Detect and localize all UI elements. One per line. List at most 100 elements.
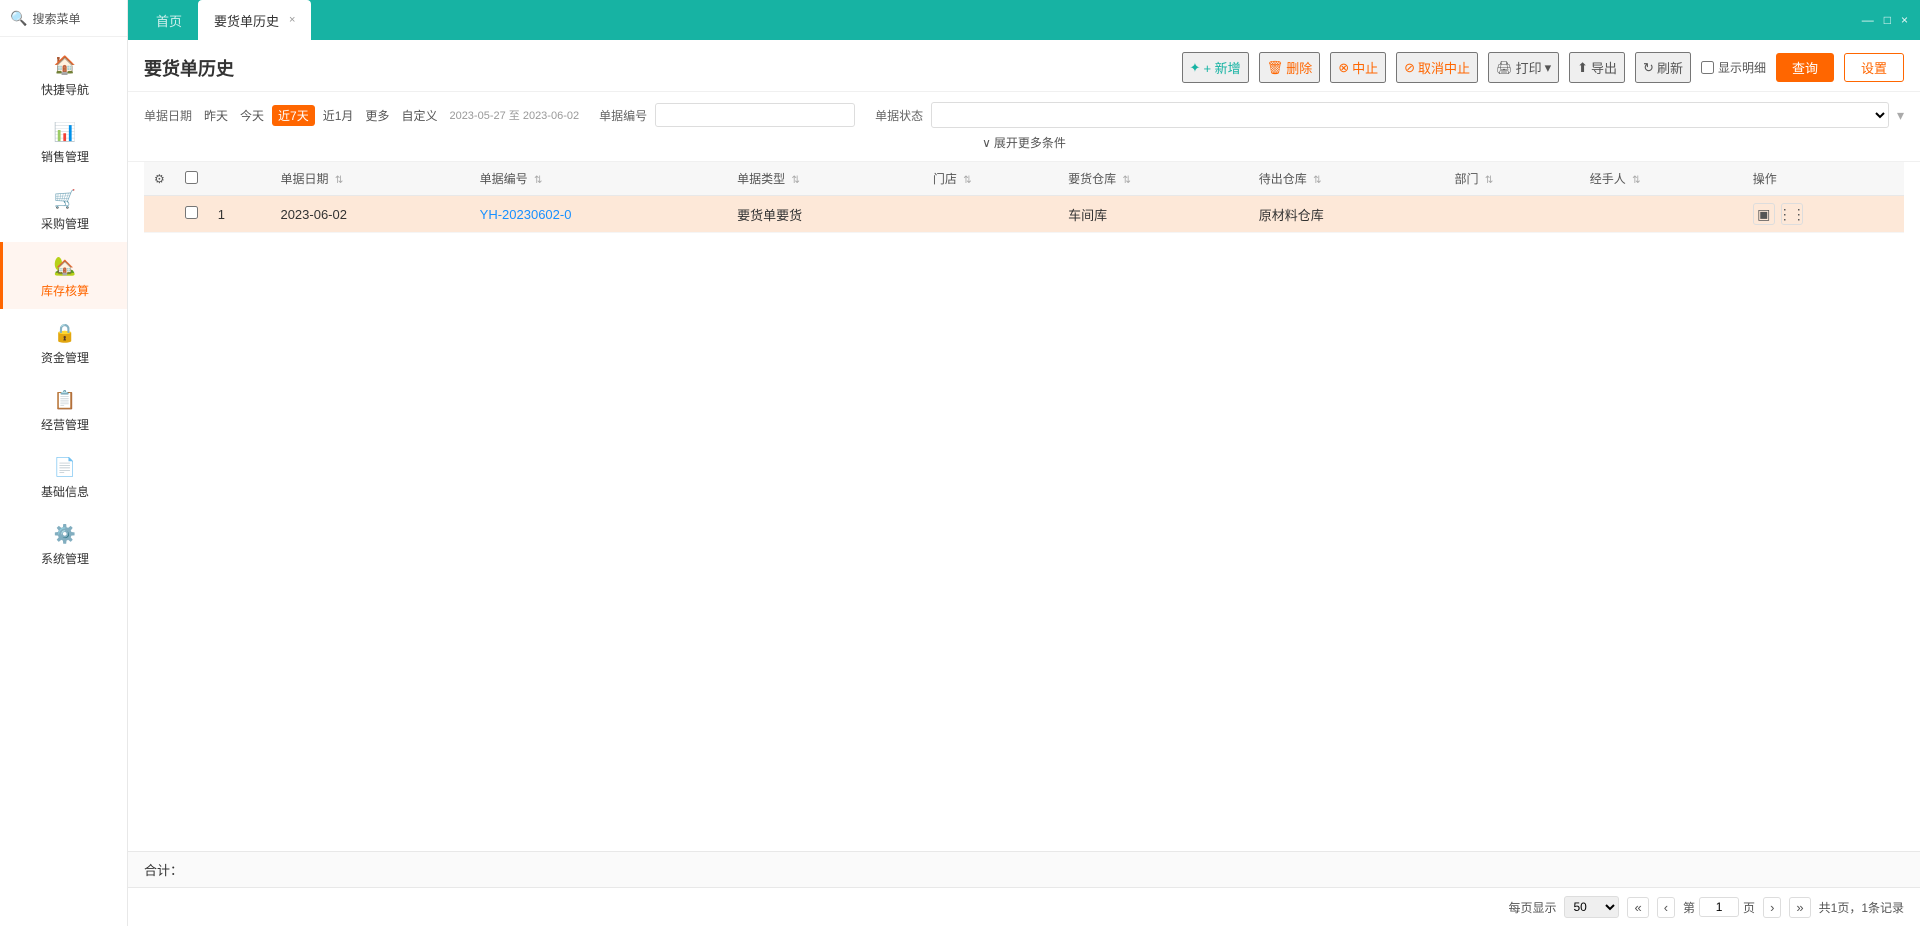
date-last7days-btn[interactable]: 近7天 (272, 105, 315, 126)
row-doc-no: YH-20230602-0 (470, 196, 727, 233)
col-pending-warehouse-label: 待出仓库 (1259, 172, 1307, 186)
sidebar-item-operations-mgmt[interactable]: 📋 经营管理 (0, 376, 127, 443)
row-handler (1580, 196, 1743, 233)
col-doc-no-label: 单据编号 (480, 172, 528, 186)
date-range-display: 2023-05-27 至 2023-06-02 (449, 107, 579, 123)
sort-icon-pending-warehouse: ⇅ (1313, 175, 1321, 186)
col-index (208, 162, 271, 196)
sort-icon-dept: ⇅ (1485, 175, 1493, 186)
status-dropdown-icon[interactable]: ▾ (1897, 107, 1904, 124)
col-pending-warehouse[interactable]: 待出仓库 ⇅ (1249, 162, 1445, 196)
col-dept[interactable]: 部门 ⇅ (1445, 162, 1580, 196)
col-doc-date[interactable]: 单据日期 ⇅ (270, 162, 469, 196)
stop-icon: ⊗ (1338, 60, 1349, 76)
expand-label: 展开更多条件 (994, 134, 1066, 151)
table-row: 1 2023-06-02 YH-20230602-0 要货单要货 车间库 原材料… (144, 196, 1904, 233)
settings-button[interactable]: 设置 (1844, 53, 1904, 82)
refresh-button[interactable]: ↻ 刷新 (1635, 52, 1691, 83)
sidebar-item-label: 资金管理 (41, 349, 89, 366)
sidebar-item-system-mgmt[interactable]: ⚙️ 系统管理 (0, 510, 127, 577)
page-suffix: 页 (1743, 899, 1755, 916)
topbar: 首页 要货单历史 × — □ × (128, 0, 1920, 40)
topbar-close-btn[interactable]: × (1901, 13, 1908, 27)
select-all-checkbox[interactable] (185, 171, 198, 184)
next-page-btn[interactable]: › (1763, 897, 1781, 918)
status-filter-select[interactable] (931, 102, 1889, 128)
expand-more-btn[interactable]: ∨ 展开更多条件 (144, 134, 1904, 151)
summary-label: 合计： (144, 863, 183, 878)
col-handler[interactable]: 经手人 ⇅ (1580, 162, 1743, 196)
cancel-stop-label: 取消中止 (1418, 58, 1470, 77)
search-icon: 🔍 (10, 10, 27, 27)
purchase-icon: 🛒 (54, 189, 76, 210)
query-button[interactable]: 查询 (1776, 53, 1834, 82)
tab-home-label: 首页 (156, 11, 182, 30)
date-last1month-btn[interactable]: 近1月 (319, 105, 358, 126)
row-checkbox[interactable] (185, 206, 198, 219)
row-settings-icon (144, 196, 175, 233)
date-yesterday-btn[interactable]: 昨天 (200, 105, 232, 126)
per-page-select[interactable]: 50 (1564, 896, 1619, 918)
page-info: 第 页 (1683, 897, 1755, 917)
filter-group-date: 单据日期 昨天 今天 近7天 近1月 更多 自定义 2023-05-27 至 2… (144, 105, 579, 126)
cancel-stop-icon: ⊘ (1404, 60, 1415, 76)
sidebar-item-quick-nav[interactable]: 🏠 快捷导航 (0, 41, 127, 108)
sidebar-item-inventory[interactable]: 🏡 库存核算 (0, 242, 127, 309)
cancel-stop-button[interactable]: ⊘ 取消中止 (1396, 52, 1478, 83)
row-store (923, 196, 1058, 233)
tab-home[interactable]: 首页 (140, 0, 198, 40)
delete-button[interactable]: 🗑 删除 (1259, 52, 1321, 83)
sidebar-item-sales-mgmt[interactable]: 📊 销售管理 (0, 108, 127, 175)
date-today-btn[interactable]: 今天 (236, 105, 268, 126)
stop-button[interactable]: ⊗ 中止 (1330, 52, 1386, 83)
operations-icon: 📋 (54, 390, 76, 411)
display-detail-checkbox[interactable] (1701, 61, 1714, 74)
home-icon: 🏠 (54, 55, 76, 76)
row-dept (1445, 196, 1580, 233)
col-doc-date-label: 单据日期 (280, 172, 328, 186)
sidebar-search-label: 搜索菜单 (32, 10, 80, 27)
sort-icon-handler: ⇅ (1632, 175, 1640, 186)
row-action-more-icon[interactable]: ⋮⋮ (1781, 203, 1803, 225)
date-more-btn[interactable]: 更多 (361, 105, 393, 126)
first-page-btn[interactable]: « (1627, 897, 1648, 918)
col-doc-no[interactable]: 单据编号 ⇅ (470, 162, 727, 196)
sort-icon-store: ⇅ (963, 175, 971, 186)
filter-row-1: 单据日期 昨天 今天 近7天 近1月 更多 自定义 2023-05-27 至 2… (144, 102, 1904, 128)
sidebar-search[interactable]: 🔍 搜索菜单 (0, 0, 127, 32)
doc-no-link[interactable]: YH-20230602-0 (480, 207, 572, 222)
col-req-warehouse[interactable]: 要货仓库 ⇅ (1058, 162, 1249, 196)
new-button[interactable]: ✦ + 新增 (1182, 52, 1249, 83)
col-action-label: 操作 (1753, 172, 1777, 186)
sidebar-item-label: 经营管理 (41, 416, 89, 433)
export-icon: ⬆ (1577, 60, 1588, 76)
topbar-maximize-btn[interactable]: □ (1884, 13, 1891, 27)
col-settings[interactable]: ⚙ (144, 162, 175, 196)
sidebar-item-purchase-mgmt[interactable]: 🛒 采购管理 (0, 175, 127, 242)
tab-active[interactable]: 要货单历史 × (198, 0, 311, 40)
sort-icon-doc-type: ⇅ (791, 175, 799, 186)
date-custom-btn[interactable]: 自定义 (397, 105, 441, 126)
print-label: 打印 (1516, 58, 1542, 77)
col-doc-type[interactable]: 单据类型 ⇅ (727, 162, 923, 196)
col-store[interactable]: 门店 ⇅ (923, 162, 1058, 196)
last-page-btn[interactable]: » (1789, 897, 1810, 918)
sidebar-item-finance-mgmt[interactable]: 🔒 资金管理 (0, 309, 127, 376)
row-req-warehouse: 车间库 (1058, 196, 1249, 233)
row-action-edit-icon[interactable]: ▣ (1753, 203, 1775, 225)
display-detail-label: 显示明细 (1718, 59, 1766, 76)
tab-close-icon[interactable]: × (289, 14, 295, 26)
docno-filter-label: 单据编号 (599, 107, 647, 124)
docno-filter-input[interactable] (655, 103, 855, 127)
filter-group-status: 单据状态 ▾ (875, 102, 1904, 128)
display-detail-checkbox-group: 显示明细 (1701, 59, 1766, 76)
prev-page-btn[interactable]: ‹ (1657, 897, 1675, 918)
refresh-label: 刷新 (1657, 58, 1683, 77)
row-index: 1 (208, 196, 271, 233)
print-button[interactable]: 🖨 打印 ▾ (1488, 52, 1559, 83)
sidebar-item-basic-info[interactable]: 📄 基础信息 (0, 443, 127, 510)
page-input[interactable] (1699, 897, 1739, 917)
total-info: 共1页，1条记录 (1819, 899, 1904, 916)
export-button[interactable]: ⬆ 导出 (1569, 52, 1625, 83)
topbar-restore-btn[interactable]: — (1862, 13, 1874, 27)
